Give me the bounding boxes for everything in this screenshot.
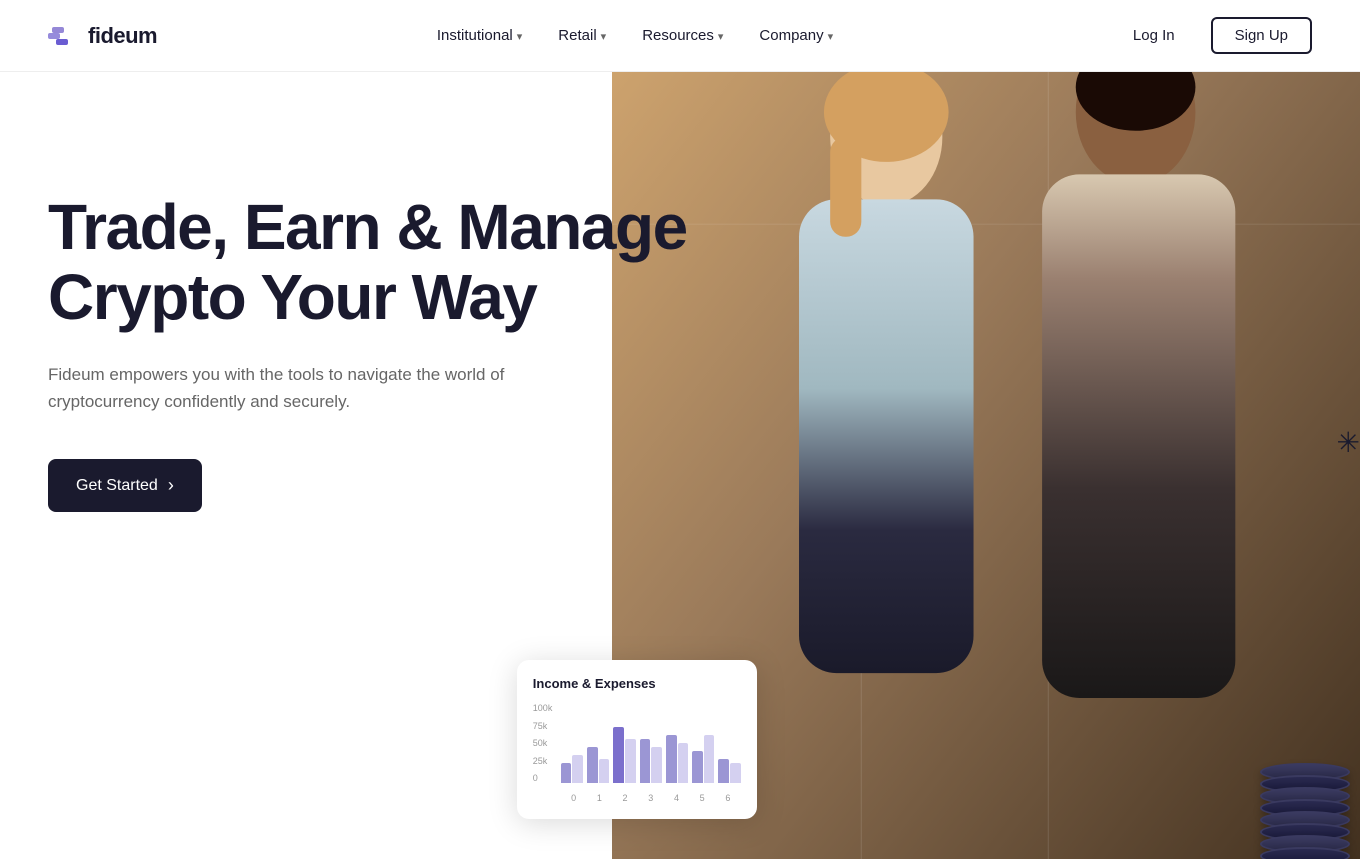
logo-icon: [48, 25, 80, 47]
bar-group-2: [613, 703, 635, 783]
nav-label-resources: Resources: [642, 27, 714, 44]
arrow-right-icon: ›: [168, 475, 174, 496]
bar-light-6: [730, 763, 741, 783]
bar-dark-3: [640, 739, 651, 783]
nav-item-company[interactable]: Company ▾: [745, 19, 847, 52]
chart-bars: [561, 703, 741, 783]
nav-label-retail: Retail: [558, 27, 596, 44]
login-button[interactable]: Log In: [1113, 19, 1195, 52]
signup-button[interactable]: Sign Up: [1211, 17, 1312, 54]
bar-light-1: [599, 759, 610, 783]
hero-section: Trade, Earn & Manage Crypto Your Way Fid…: [0, 72, 1360, 859]
bar-group-3: [640, 703, 662, 783]
y-label-25k: 25k: [533, 756, 561, 766]
bar-group-4: [666, 703, 688, 783]
get-started-button[interactable]: Get Started ›: [48, 459, 202, 512]
y-label-0: 0: [533, 773, 561, 783]
x-label-2: 2: [623, 793, 628, 803]
nav-links: Institutional ▾ Retail ▾ Resources ▾ Com…: [423, 19, 847, 52]
income-expense-chart: Income & Expenses 100k 75k 50k 25k 0: [517, 660, 757, 819]
x-label-4: 4: [674, 793, 679, 803]
hero-content: Trade, Earn & Manage Crypto Your Way Fid…: [0, 72, 748, 572]
bar-dark-6: [718, 759, 729, 783]
chart-title: Income & Expenses: [533, 676, 741, 691]
x-label-6: 6: [725, 793, 730, 803]
bar-dark-5: [692, 751, 703, 783]
bar-dark-1: [587, 747, 598, 783]
chart-x-labels: 0 1 2 3 4 5 6: [561, 793, 741, 803]
x-label-1: 1: [597, 793, 602, 803]
bar-light-2: [625, 739, 636, 783]
nav-label-institutional: Institutional: [437, 27, 513, 44]
x-label-3: 3: [648, 793, 653, 803]
bar-dark-2: [613, 727, 624, 783]
chevron-down-icon: ▾: [601, 30, 607, 43]
nav-item-resources[interactable]: Resources ▾: [628, 19, 737, 52]
hero-subtitle: Fideum empowers you with the tools to na…: [48, 361, 528, 415]
bar-group-6: [718, 703, 740, 783]
get-started-label: Get Started: [76, 477, 158, 495]
chart-y-labels: 100k 75k 50k 25k 0: [533, 703, 561, 783]
hero-title: Trade, Earn & Manage Crypto Your Way: [48, 192, 700, 333]
y-label-50k: 50k: [533, 738, 561, 748]
logo[interactable]: fideum: [48, 23, 157, 49]
bar-group-5: [692, 703, 714, 783]
nav-label-company: Company: [759, 27, 823, 44]
chevron-down-icon: ▾: [517, 30, 523, 43]
bar-group-1: [587, 703, 609, 783]
chevron-down-icon: ▾: [718, 30, 724, 43]
coin-8: [1260, 847, 1350, 859]
bar-group-0: [561, 703, 583, 783]
brand-name: fideum: [88, 23, 157, 49]
bar-light-4: [678, 743, 689, 783]
y-label-75k: 75k: [533, 721, 561, 731]
x-label-0: 0: [571, 793, 576, 803]
chevron-down-icon: ▾: [828, 30, 834, 43]
nav-item-institutional[interactable]: Institutional ▾: [423, 19, 536, 52]
bar-light-5: [704, 735, 715, 783]
nav-item-retail[interactable]: Retail ▾: [544, 19, 620, 52]
coin-stack-decoration: [1260, 763, 1360, 859]
bar-light-3: [651, 747, 662, 783]
bar-dark-0: [561, 763, 572, 783]
y-label-100k: 100k: [533, 703, 561, 713]
bar-light-0: [572, 755, 583, 783]
x-label-5: 5: [700, 793, 705, 803]
bar-dark-4: [666, 735, 677, 783]
chart-area: 100k 75k 50k 25k 0: [533, 703, 741, 803]
navbar: fideum Institutional ▾ Retail ▾ Resource…: [0, 0, 1360, 72]
star-decoration: ✳: [1337, 426, 1360, 459]
nav-actions: Log In Sign Up: [1113, 17, 1312, 54]
